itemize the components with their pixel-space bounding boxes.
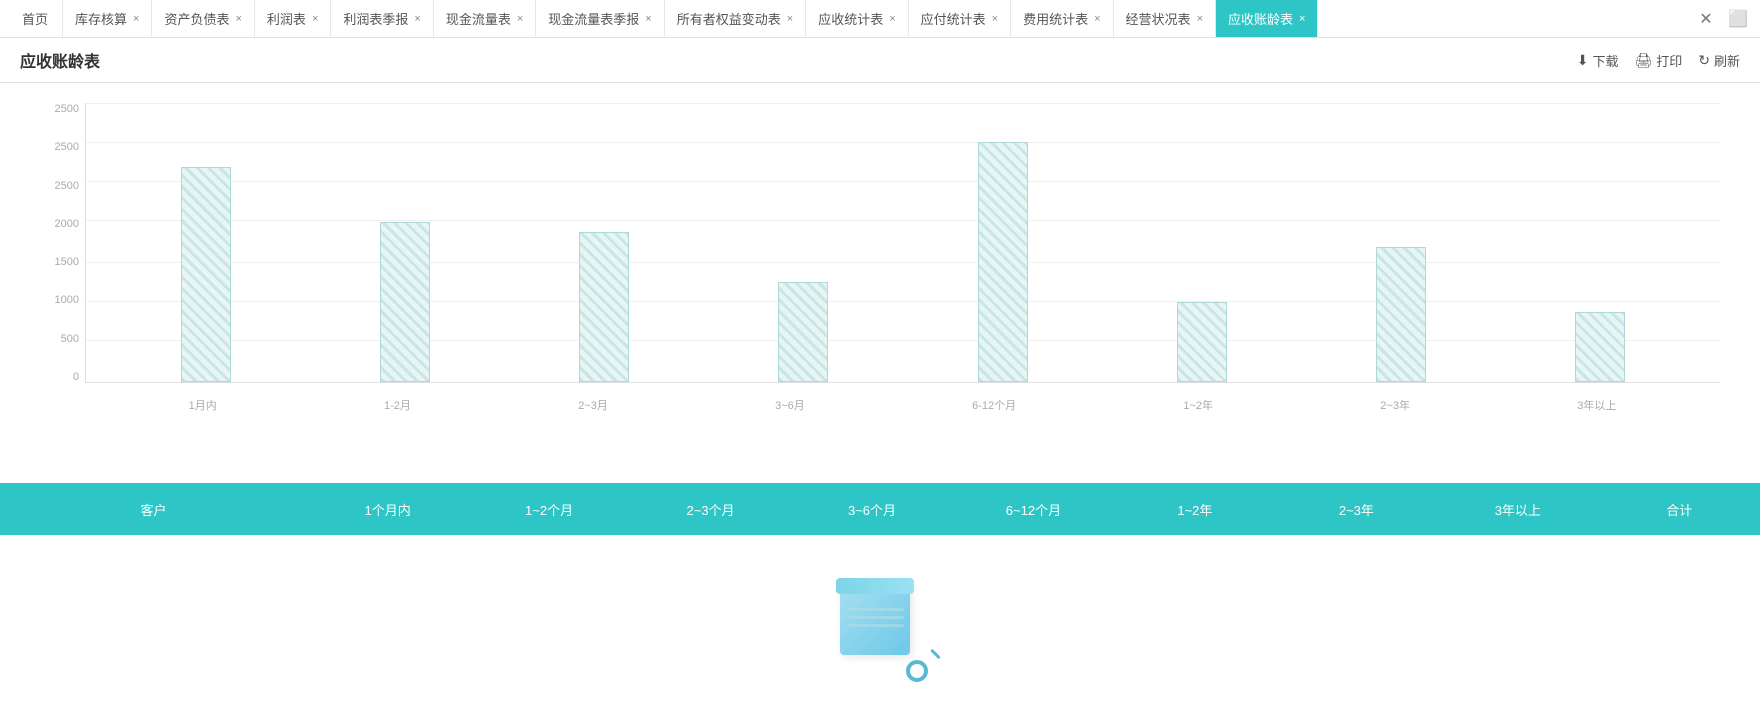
bar-2-3月	[579, 232, 629, 382]
table-header-total: 合计	[1599, 500, 1760, 519]
tab-cashflow-quarterly-close[interactable]: ×	[645, 13, 651, 25]
bar-3年以上	[1575, 312, 1625, 382]
table-header: 客户 1个月内 1~2个月 2~3个月 3~6个月 6~12个月 1~2年 2~…	[0, 483, 1760, 535]
bar-6-12月	[978, 142, 1028, 382]
table-header-1-2year: 1~2年	[1114, 500, 1275, 519]
x-label-7: 2~3年	[1380, 397, 1410, 413]
tab-expense-stats-close[interactable]: ×	[1094, 13, 1100, 25]
empty-icon	[835, 570, 925, 660]
tab-cashflow-quarterly[interactable]: 现金流量表季报 ×	[536, 0, 664, 38]
tab-cashflow-close[interactable]: ×	[517, 13, 523, 25]
chart-grid	[85, 103, 1720, 383]
tab-profit-close[interactable]: ×	[312, 13, 318, 25]
tab-payable-stats-close[interactable]: ×	[992, 13, 998, 25]
window-maximize-button[interactable]: ⬜	[1724, 5, 1752, 33]
bar-1月内	[181, 167, 231, 382]
page-title: 应收账龄表	[20, 48, 100, 72]
tab-inventory[interactable]: 库存核算 ×	[63, 0, 152, 38]
bar-group-1	[181, 167, 231, 382]
tab-receivable-stats-close[interactable]: ×	[889, 13, 895, 25]
x-label-5: 6-12个月	[972, 397, 1016, 413]
tab-home[interactable]: 首页	[8, 0, 63, 38]
refresh-button[interactable]: ↻ 刷新	[1698, 51, 1740, 70]
bar-1-2年	[1177, 302, 1227, 382]
bars-container	[86, 103, 1720, 382]
bar-3-6月	[778, 282, 828, 382]
print-icon: 🖨	[1634, 52, 1652, 69]
table-header-3-6month: 3~6个月	[791, 500, 952, 519]
tab-home-label: 首页	[22, 9, 48, 28]
bar-group-4	[778, 282, 828, 382]
tab-profit-quarterly[interactable]: 利润表季报 ×	[331, 0, 433, 38]
page-header: 应收账龄表 ⬇ 下载 🖨 打印 ↻ 刷新	[0, 38, 1760, 83]
table-header-2-3month: 2~3个月	[630, 500, 791, 519]
main-content: 2500 2500 2500 2000 1500 1000 500 0	[0, 83, 1760, 721]
tab-operation-status-close[interactable]: ×	[1197, 13, 1203, 25]
bar-group-7	[1376, 247, 1426, 382]
tab-balance-sheet[interactable]: 资产负债表 ×	[152, 0, 254, 38]
x-label-6: 1~2年	[1183, 397, 1213, 413]
tab-receivable-aging-close[interactable]: ×	[1299, 13, 1305, 25]
chart-area: 2500 2500 2500 2000 1500 1000 500 0	[0, 83, 1760, 483]
table-header-1month: 1个月内	[307, 500, 468, 519]
download-icon: ⬇	[1577, 52, 1589, 69]
tab-equity-changes[interactable]: 所有者权益变动表 ×	[665, 0, 806, 38]
download-button[interactable]: ⬇ 下载	[1577, 51, 1619, 70]
bar-2-3年	[1376, 247, 1426, 382]
tab-bar: 首页 库存核算 × 资产负债表 × 利润表 × 利润表季报 × 现金流量表 × …	[0, 0, 1760, 38]
y-axis: 2500 2500 2500 2000 1500 1000 500 0	[40, 103, 85, 383]
tab-balance-sheet-close[interactable]: ×	[235, 13, 241, 25]
x-label-3: 2~3月	[578, 397, 608, 413]
x-label-4: 3~6月	[775, 397, 805, 413]
x-axis: 1月内 1-2月 2~3月 3~6月 6-12个月 1~2年 2~3年 3年以上	[85, 397, 1720, 413]
print-button[interactable]: 🖨 打印	[1634, 51, 1682, 70]
tab-inventory-close[interactable]: ×	[133, 13, 139, 25]
tab-equity-changes-close[interactable]: ×	[787, 13, 793, 25]
bar-1-2月	[380, 222, 430, 382]
tab-receivable-aging[interactable]: 应收账龄表 ×	[1216, 0, 1318, 38]
x-label-1: 1月内	[189, 397, 217, 413]
tab-cashflow[interactable]: 现金流量表 ×	[434, 0, 536, 38]
tab-operation-status[interactable]: 经营状况表 ×	[1114, 0, 1216, 38]
table-header-1-2month: 1~2个月	[468, 500, 629, 519]
refresh-icon: ↻	[1698, 52, 1710, 69]
bar-group-8	[1575, 312, 1625, 382]
empty-state	[0, 535, 1760, 695]
bar-group-3	[579, 232, 629, 382]
table-header-customer: 客户	[0, 500, 307, 519]
tab-actions: ✕ ⬜	[1692, 5, 1752, 33]
tab-profit-quarterly-close[interactable]: ×	[414, 13, 420, 25]
bar-group-2	[380, 222, 430, 382]
table-header-2-3year: 2~3年	[1276, 500, 1437, 519]
header-actions: ⬇ 下载 🖨 打印 ↻ 刷新	[1577, 51, 1740, 70]
table-header-3plus-year: 3年以上	[1437, 500, 1598, 519]
x-label-2: 1-2月	[384, 397, 411, 413]
tab-expense-stats[interactable]: 费用统计表 ×	[1011, 0, 1113, 38]
tab-payable-stats[interactable]: 应付统计表 ×	[909, 0, 1011, 38]
tab-profit[interactable]: 利润表 ×	[255, 0, 331, 38]
window-close-button[interactable]: ✕	[1692, 5, 1720, 33]
bar-group-6	[1177, 302, 1227, 382]
tab-receivable-stats[interactable]: 应收统计表 ×	[806, 0, 908, 38]
table-header-6-12month: 6~12个月	[953, 500, 1114, 519]
bar-group-5	[978, 142, 1028, 382]
x-label-8: 3年以上	[1577, 397, 1616, 413]
